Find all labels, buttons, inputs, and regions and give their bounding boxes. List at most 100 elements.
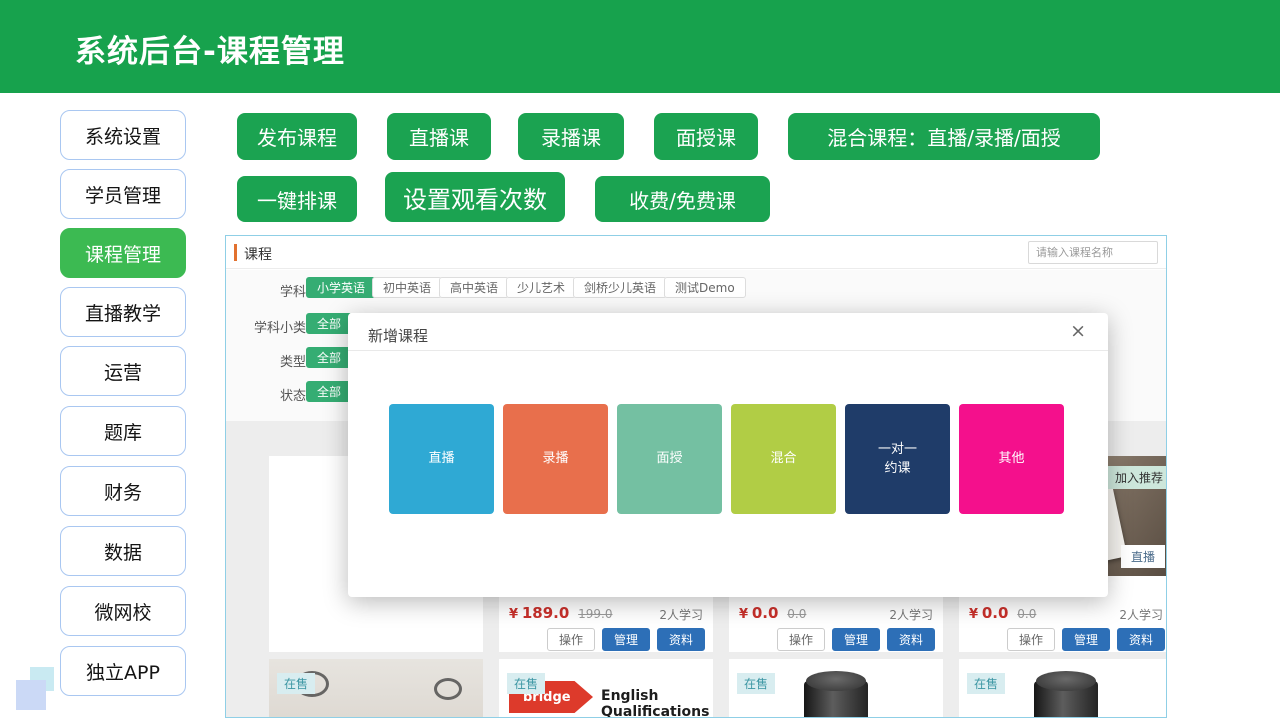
course-type-one-on-one[interactable]: 一对一 约课 <box>845 404 950 514</box>
sidebar-item-operations[interactable]: 运营 <box>60 346 186 396</box>
course-old-price: 199.0 <box>578 607 612 621</box>
currency-symbol: ¥ <box>969 607 978 622</box>
course-type-other[interactable]: 其他 <box>959 404 1064 514</box>
manage-button[interactable]: 管理 <box>1062 628 1110 651</box>
course-card-teacher[interactable]: 在售 <box>269 659 483 718</box>
course-type-label: 混合 <box>770 449 796 469</box>
pill-set-view-count[interactable]: 设置观看次数 <box>385 172 565 222</box>
currency-symbol: ¥ <box>509 607 518 622</box>
card-actions: 操作 管理 资料 <box>547 628 705 651</box>
accent-bar <box>234 244 237 261</box>
course-price: 189.0 <box>522 604 569 622</box>
course-thumbnail: bridge English Qualifications 在售 <box>499 659 713 718</box>
operate-button[interactable]: 操作 <box>1007 628 1055 651</box>
course-thumbnail: 在售 <box>729 659 943 718</box>
app-header: 系统后台-课程管理 <box>0 0 1280 93</box>
on-sale-badge: 在售 <box>277 673 315 694</box>
materials-button[interactable]: 资料 <box>1117 628 1165 651</box>
cylinder-image <box>804 671 868 718</box>
card-actions: 操作 管理 资料 <box>777 628 935 651</box>
course-type-label-line2: 约课 <box>884 459 910 479</box>
course-thumbnail: 在售 <box>269 659 483 718</box>
course-price: 0.0 <box>982 604 1009 622</box>
materials-button[interactable]: 资料 <box>887 628 935 651</box>
filter-label-type: 类型 <box>234 351 306 370</box>
pill-recorded-course[interactable]: 录播课 <box>518 113 624 160</box>
sidebar-item-system-settings[interactable]: 系统设置 <box>60 110 186 160</box>
filter-tag-primary-english[interactable]: 小学英语 <box>306 277 376 298</box>
course-old-price: 0.0 <box>787 607 806 621</box>
sidebar-item-course-management[interactable]: 课程管理 <box>60 228 186 278</box>
operate-button[interactable]: 操作 <box>547 628 595 651</box>
pill-one-click-schedule[interactable]: 一键排课 <box>237 176 357 222</box>
filter-tag-type-all[interactable]: 全部 <box>306 347 352 368</box>
course-card-cylinder-1[interactable]: 在售 <box>729 659 943 718</box>
pill-paid-free-course[interactable]: 收费/免费课 <box>595 176 770 222</box>
add-course-modal: 新增课程 × 直播 录播 面授 混合 一对一 约课 其他 <box>348 313 1108 597</box>
sidebar-item-student-management[interactable]: 学员管理 <box>60 169 186 219</box>
course-type-mixed[interactable]: 混合 <box>731 404 836 514</box>
filter-label-subcategory: 学科小类 <box>234 317 306 336</box>
course-type-live[interactable]: 直播 <box>389 404 494 514</box>
pill-offline-course[interactable]: 面授课 <box>654 113 758 160</box>
course-search-input[interactable] <box>1028 241 1158 264</box>
filter-label-subject: 学科 <box>234 281 306 300</box>
on-sale-badge: 在售 <box>737 673 775 694</box>
cylinder-top <box>806 671 866 691</box>
doodle-shape <box>434 678 462 700</box>
course-type-recorded[interactable]: 录播 <box>503 404 608 514</box>
sidebar-item-micro-school[interactable]: 微网校 <box>60 586 186 636</box>
course-type-offline[interactable]: 面授 <box>617 404 722 514</box>
students-count: 2人学习 <box>1119 606 1163 623</box>
modal-divider <box>348 350 1108 351</box>
price-row: ¥ 189.0 199.0 2人学习 <box>509 604 703 624</box>
course-type-label: 其他 <box>998 449 1024 469</box>
course-card-cylinder-2[interactable]: 在售 <box>959 659 1167 718</box>
students-count: 2人学习 <box>659 606 703 623</box>
sidebar-item-live-teaching[interactable]: 直播教学 <box>60 287 186 337</box>
course-card-cambridge[interactable]: bridge English Qualifications 在售 <box>499 659 713 718</box>
sidebar-item-standalone-app[interactable]: 独立APP <box>60 646 186 696</box>
card-actions: 操作 管理 资料 <box>1007 628 1165 651</box>
pill-publish-course[interactable]: 发布课程 <box>237 113 357 160</box>
price-row: ¥ 0.0 0.0 2人学习 <box>969 604 1163 624</box>
sidebar-item-finance[interactable]: 财务 <box>60 466 186 516</box>
cylinder-top <box>1036 671 1096 691</box>
course-type-label: 直播 <box>428 449 454 469</box>
course-thumbnail: 在售 <box>959 659 1167 718</box>
currency-symbol: ¥ <box>739 607 748 622</box>
pill-live-course[interactable]: 直播课 <box>387 113 491 160</box>
course-old-price: 0.0 <box>1017 607 1036 621</box>
course-type-label: 一对一 <box>878 440 917 460</box>
decorative-square-lavender <box>16 680 46 710</box>
pill-mixed-course[interactable]: 混合课程：直播/录播/面授 <box>788 113 1100 160</box>
materials-button[interactable]: 资料 <box>657 628 705 651</box>
cambridge-title: English Qualifications <box>601 688 713 718</box>
panel-header: 课程 <box>226 236 1166 269</box>
filter-tag-status-all[interactable]: 全部 <box>306 381 352 402</box>
on-sale-badge: 在售 <box>967 673 1005 694</box>
filter-label-status: 状态 <box>234 385 306 404</box>
filter-tag-kids-art[interactable]: 少儿艺术 <box>506 277 576 298</box>
price-row: ¥ 0.0 0.0 2人学习 <box>739 604 933 624</box>
filter-tag-junior-english[interactable]: 初中英语 <box>372 277 442 298</box>
page-title: 系统后台-课程管理 <box>75 26 345 71</box>
manage-button[interactable]: 管理 <box>832 628 880 651</box>
filter-tag-cambridge-kids-english[interactable]: 剑桥少儿英语 <box>573 277 667 298</box>
live-type-tag: 直播 <box>1121 545 1165 568</box>
manage-button[interactable]: 管理 <box>602 628 650 651</box>
recommend-badge: 加入推荐 <box>1105 466 1167 489</box>
modal-title: 新增课程 <box>368 325 428 346</box>
close-icon[interactable]: × <box>1070 322 1086 341</box>
filter-tag-test-demo[interactable]: 测试Demo <box>664 277 746 298</box>
sidebar-item-data[interactable]: 数据 <box>60 526 186 576</box>
cylinder-image <box>1034 671 1098 718</box>
on-sale-badge: 在售 <box>507 673 545 694</box>
page: 系统后台-课程管理 系统设置 学员管理 课程管理 直播教学 运营 题库 财务 数… <box>0 0 1280 720</box>
operate-button[interactable]: 操作 <box>777 628 825 651</box>
filter-tag-subcategory-all[interactable]: 全部 <box>306 313 352 334</box>
panel-title: 课程 <box>244 244 272 264</box>
course-type-label: 录播 <box>542 449 568 469</box>
filter-tag-senior-english[interactable]: 高中英语 <box>439 277 509 298</box>
sidebar-item-question-bank[interactable]: 题库 <box>60 406 186 456</box>
